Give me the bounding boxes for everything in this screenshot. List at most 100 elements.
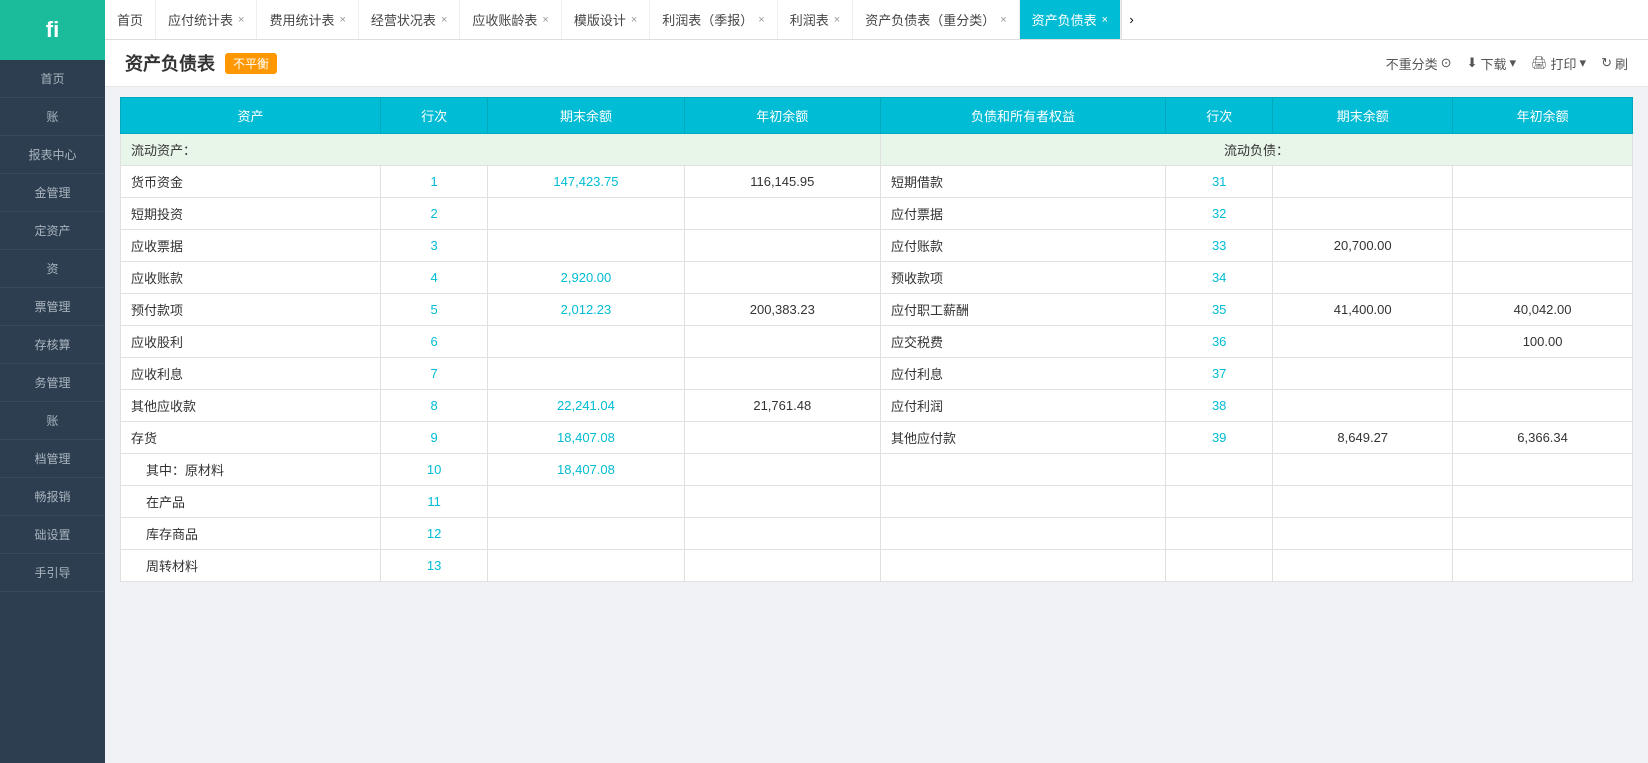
end-balance-cell — [488, 518, 684, 550]
sidebar-item-affairs[interactable]: 务管理 — [0, 364, 105, 402]
year-balance2-cell — [1453, 166, 1633, 198]
tab-template-design[interactable]: 模版设计 × — [562, 0, 650, 40]
year-balance2-value: 40,042.00 — [1514, 302, 1572, 317]
row-number: 7 — [381, 358, 488, 390]
liability-name: 其他应付款 — [880, 422, 1165, 454]
tab-home[interactable]: 首页 — [105, 0, 156, 40]
chevron-down-icon: ▾ — [1509, 55, 1516, 71]
year-balance-value: 21,761.48 — [753, 398, 811, 413]
sidebar-item-ledger[interactable]: 账 — [0, 402, 105, 440]
sidebar-item-finance[interactable]: 金管理 — [0, 174, 105, 212]
table-row: 应收票据 3 应付账款 33 20,700.00 — [121, 230, 1633, 262]
no-reclassify-action[interactable]: 不重分类 ⊙ — [1386, 54, 1452, 73]
sidebar-item-fixed-assets[interactable]: 定资产 — [0, 212, 105, 250]
asset-name: 库存商品 — [121, 518, 381, 550]
year-balance2-cell: 6,366.34 — [1453, 422, 1633, 454]
tab-expense-stats[interactable]: 费用统计表 × — [257, 0, 358, 40]
end-balance-cell: 18,407.08 — [488, 422, 684, 454]
table-row: 周转材料 13 — [121, 550, 1633, 582]
tab-profit[interactable]: 利润表 × — [778, 0, 853, 40]
sidebar-item-invoice[interactable]: 票管理 — [0, 288, 105, 326]
asset-name: 存货 — [121, 422, 381, 454]
col-assets: 资产 — [121, 98, 381, 134]
year-balance-cell — [684, 518, 880, 550]
end-balance2-cell — [1273, 198, 1453, 230]
year-balance2-cell: 100.00 — [1453, 326, 1633, 358]
row-number2: 37 — [1166, 358, 1273, 390]
end-balance-value[interactable]: 2,920.00 — [561, 270, 612, 285]
tab-balance-reclassified-label: 资产负债表（重分类） — [865, 10, 995, 29]
close-icon[interactable]: × — [339, 14, 345, 26]
tab-operations[interactable]: 经营状况表 × — [359, 0, 460, 40]
tab-receivable-aging-label: 应收账龄表 — [472, 10, 537, 29]
asset-name: 应收股利 — [121, 326, 381, 358]
sidebar-item-archive[interactable]: 档管理 — [0, 440, 105, 478]
row-number2: 38 — [1166, 390, 1273, 422]
end-balance-value[interactable]: 147,423.75 — [553, 174, 618, 189]
sidebar-item-home[interactable]: 首页 — [0, 60, 105, 98]
close-icon[interactable]: × — [441, 14, 447, 26]
print-label: 打印 — [1551, 54, 1577, 73]
close-icon[interactable]: × — [834, 14, 840, 26]
liability-name — [880, 486, 1165, 518]
year-balance-cell — [684, 326, 880, 358]
close-icon[interactable]: × — [1102, 14, 1108, 26]
end-balance-value[interactable]: 18,407.08 — [557, 462, 615, 477]
tab-receivable-aging[interactable]: 应收账龄表 × — [460, 0, 561, 40]
close-icon[interactable]: × — [1000, 14, 1006, 26]
page-header: 资产负债表 不平衡 不重分类 ⊙ ⬇ 下载 ▾ 🖨 打印 ▾ ↻ 刷 — [105, 40, 1648, 87]
row-number: 3 — [381, 230, 488, 262]
liability-name: 应交税费 — [880, 326, 1165, 358]
row-number2 — [1166, 454, 1273, 486]
tab-arrow-right[interactable]: › — [1121, 0, 1141, 40]
refresh-action[interactable]: ↻ 刷 — [1601, 54, 1628, 73]
table-row: 预付款项 5 2,012.23 200,383.23 应付职工薪酬 35 41,… — [121, 294, 1633, 326]
end-balance-value[interactable]: 2,012.23 — [561, 302, 612, 317]
sidebar-item-investment[interactable]: 资 — [0, 250, 105, 288]
tab-profit-quarterly[interactable]: 利润表（季报） × — [650, 0, 777, 40]
row-number2: 32 — [1166, 198, 1273, 230]
table-row: 短期投资 2 应付票据 32 — [121, 198, 1633, 230]
row-number: 9 — [381, 422, 488, 454]
sidebar-item-inventory[interactable]: 存核算 — [0, 326, 105, 364]
asset-name: 货币资金 — [121, 166, 381, 198]
end-balance2-cell — [1273, 326, 1453, 358]
download-label: 下载 — [1480, 54, 1506, 73]
sidebar-item-account[interactable]: 账 — [0, 98, 105, 136]
download-action[interactable]: ⬇ 下载 ▾ — [1467, 54, 1516, 73]
sidebar-item-report-center[interactable]: 报表中心 — [0, 136, 105, 174]
end-balance2-cell: 8,649.27 — [1273, 422, 1453, 454]
help-icon[interactable]: ⊙ — [1441, 55, 1452, 71]
print-action[interactable]: 🖨 打印 ▾ — [1531, 54, 1586, 73]
year-balance-value: 200,383.23 — [750, 302, 815, 317]
row-number: 10 — [381, 454, 488, 486]
close-icon[interactable]: × — [758, 14, 764, 26]
year-balance-cell: 21,761.48 — [684, 390, 880, 422]
end-balance-cell — [488, 358, 684, 390]
col-row-num2: 行次 — [1166, 98, 1273, 134]
tab-payable-stats[interactable]: 应付统计表 × — [156, 0, 257, 40]
liability-name: 应付利息 — [880, 358, 1165, 390]
row-number2 — [1166, 486, 1273, 518]
tab-balance[interactable]: 资产负债表 × — [1020, 0, 1121, 40]
end-balance2-cell — [1273, 550, 1453, 582]
table-area: 资产 行次 期末余额 年初余额 负债和所有者权益 行次 期末余额 年初余额 流动… — [105, 87, 1648, 763]
end-balance-value[interactable]: 22,241.04 — [557, 398, 615, 413]
tab-balance-reclassified[interactable]: 资产负债表（重分类） × — [853, 0, 1019, 40]
close-icon[interactable]: × — [238, 14, 244, 26]
sidebar-item-expense[interactable]: 畅报销 — [0, 478, 105, 516]
section-liability-label: 流动负债： — [880, 134, 1632, 166]
end-balance-value[interactable]: 18,407.08 — [557, 430, 615, 445]
close-icon[interactable]: × — [631, 14, 637, 26]
table-row: 其中：原材料 10 18,407.08 — [121, 454, 1633, 486]
end-balance-cell — [488, 326, 684, 358]
balance-sheet-table: 资产 行次 期末余额 年初余额 负债和所有者权益 行次 期末余额 年初余额 流动… — [120, 97, 1633, 582]
year-balance-cell — [684, 422, 880, 454]
sidebar-item-guide[interactable]: 手引导 — [0, 554, 105, 592]
sidebar-item-settings[interactable]: 础设置 — [0, 516, 105, 554]
table-row: 其他应收款 8 22,241.04 21,761.48 应付利润 38 — [121, 390, 1633, 422]
tab-bar: 首页 应付统计表 × 费用统计表 × 经营状况表 × 应收账龄表 × 模版设计 … — [105, 0, 1648, 40]
end-balance2-cell — [1273, 518, 1453, 550]
close-icon[interactable]: × — [542, 14, 548, 26]
asset-name: 应收账款 — [121, 262, 381, 294]
